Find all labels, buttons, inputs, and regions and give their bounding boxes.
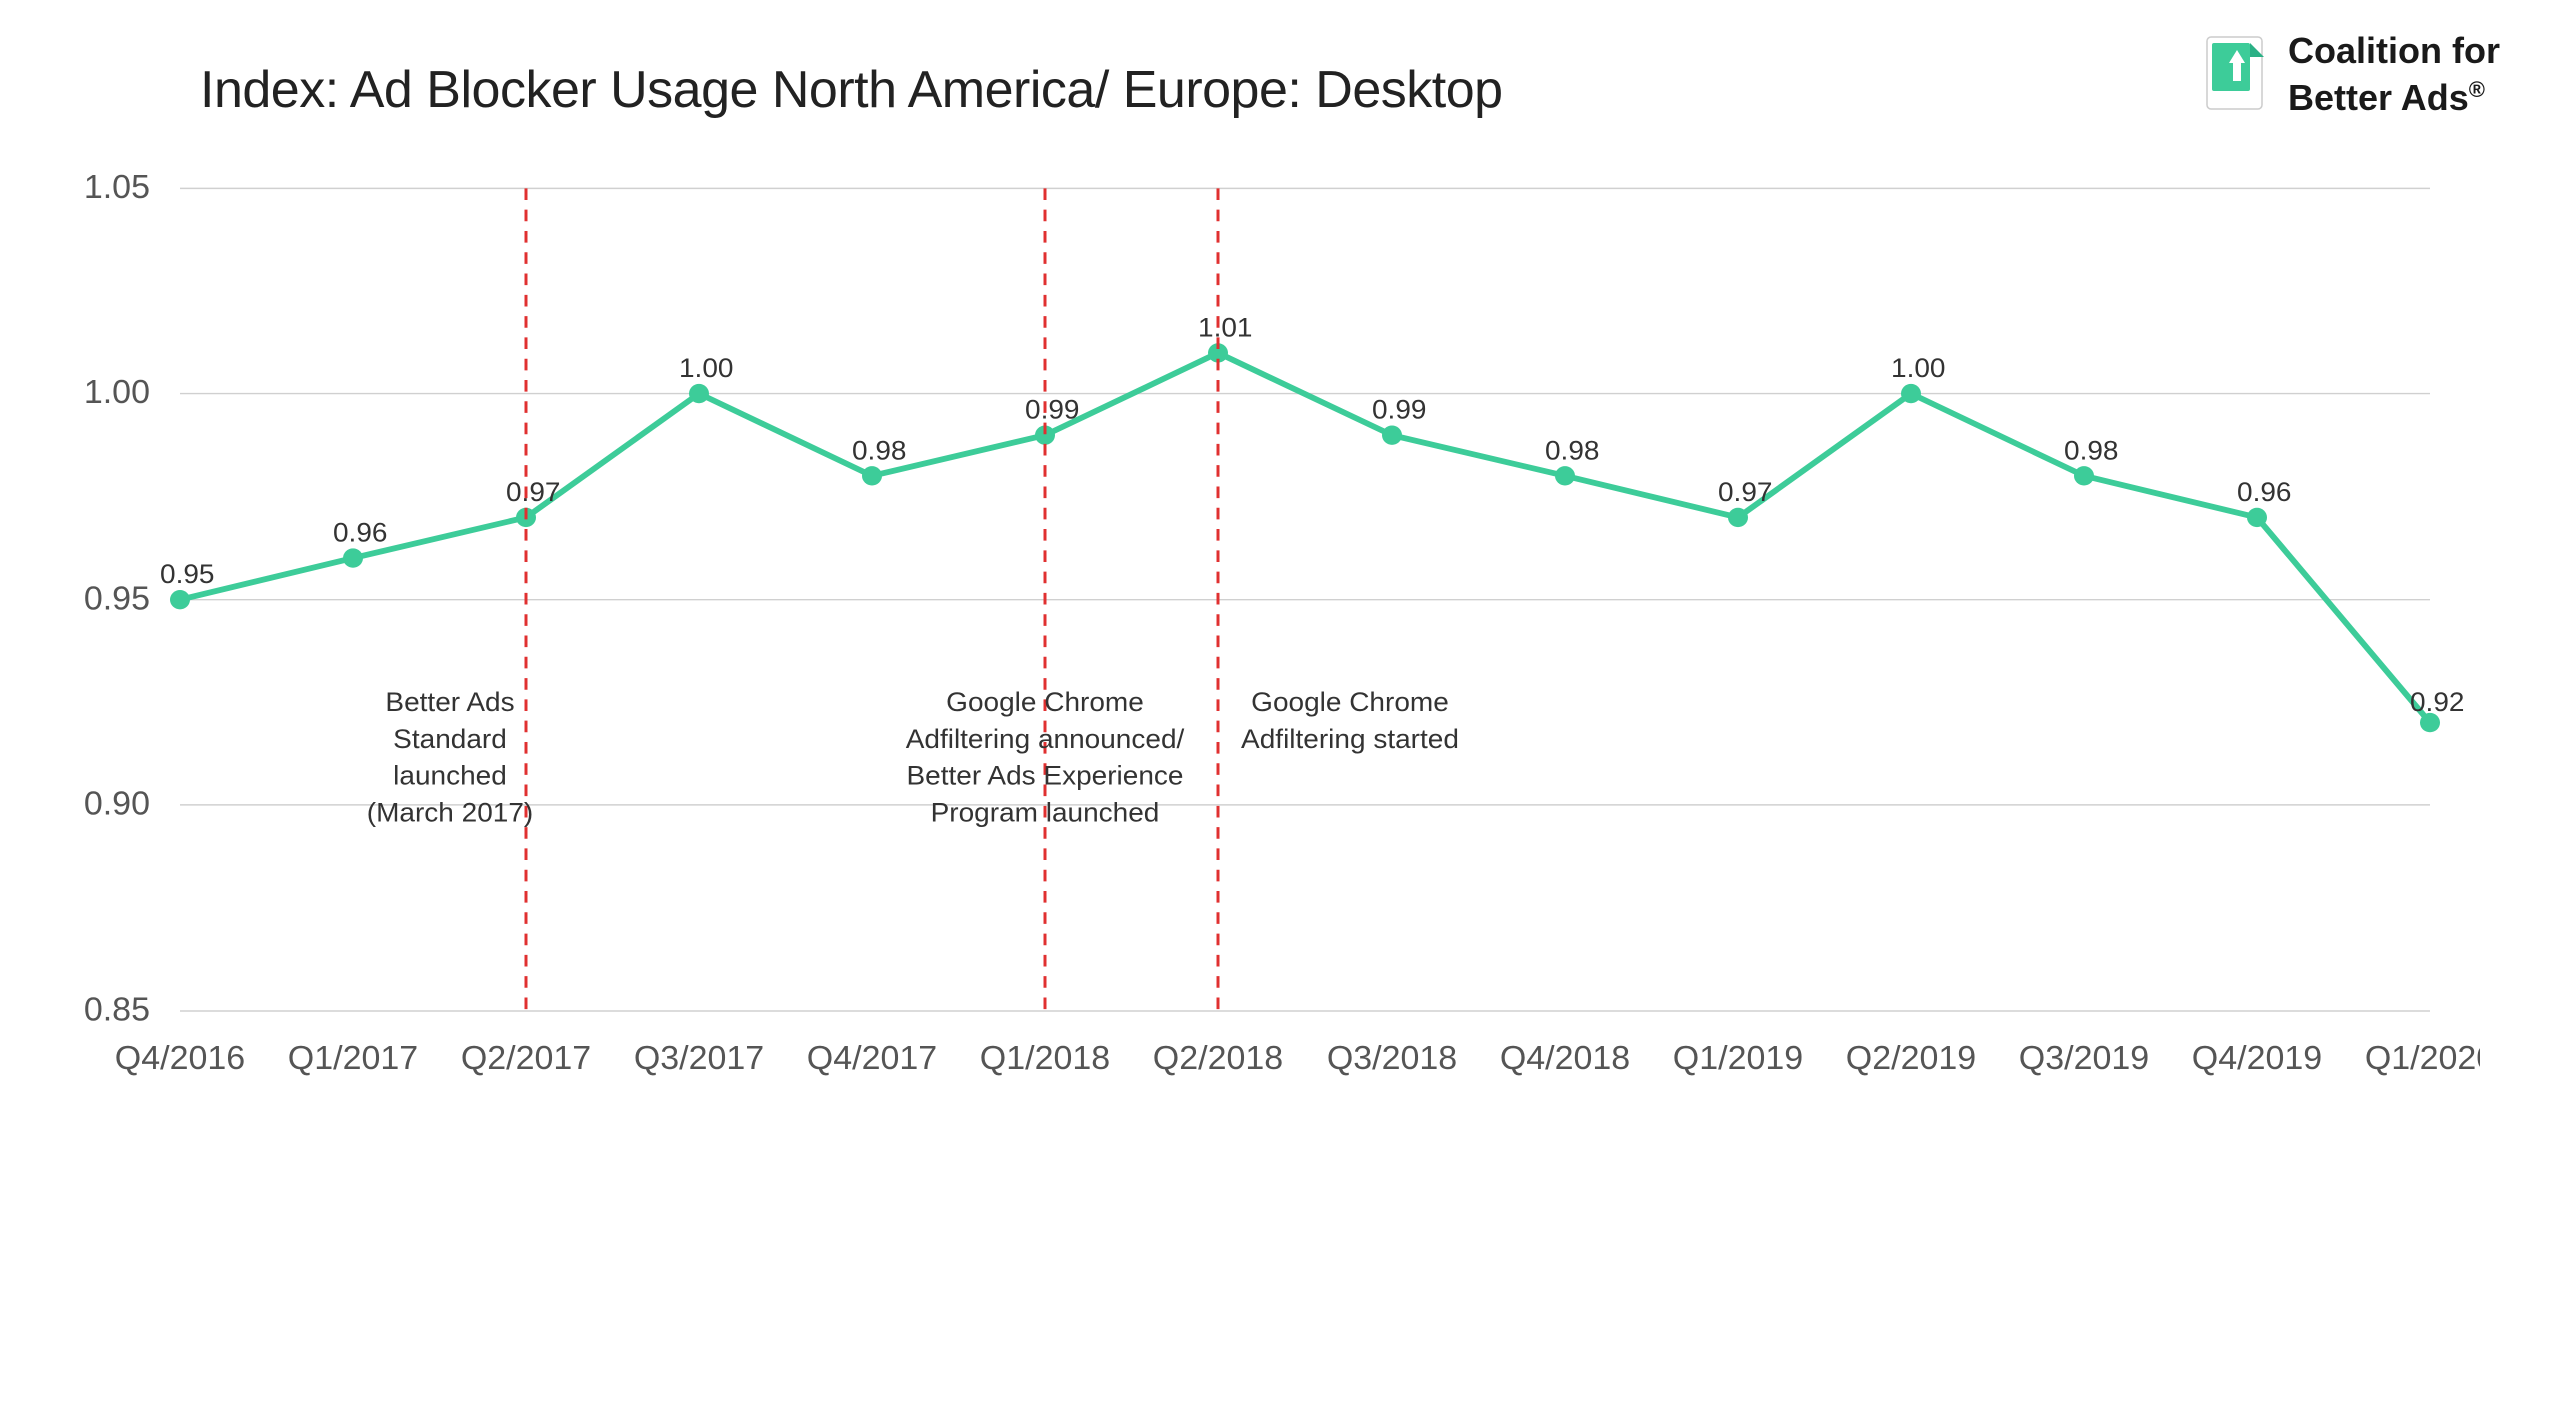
dp-9 (1728, 508, 1748, 527)
main-chart: .axis-label { font-family: Arial, sans-s… (80, 140, 2480, 1282)
logo-line2: Better Ads (2288, 77, 2469, 118)
x-label-13: Q1/2020 (2365, 1041, 2480, 1077)
x-label-1: Q1/2017 (288, 1041, 418, 1077)
x-label-7: Q3/2018 (1327, 1041, 1457, 1077)
x-label-8: Q4/2018 (1500, 1041, 1630, 1077)
dl-8: 0.98 (1545, 435, 1599, 465)
dl-0: 0.95 (160, 559, 214, 589)
dp-3 (689, 384, 709, 403)
logo-trademark: ® (2469, 77, 2485, 102)
dp-8 (1555, 466, 1575, 485)
dp-10 (1901, 384, 1921, 403)
x-label-9: Q1/2019 (1673, 1041, 1803, 1077)
ann1-line2: Standard (393, 723, 507, 753)
dl-11: 0.98 (2064, 435, 2118, 465)
dl-2: 0.97 (506, 476, 560, 506)
chart-title: Index: Ad Blocker Usage North America/ E… (200, 60, 1503, 120)
x-label-11: Q3/2019 (2019, 1041, 2149, 1077)
dp-0 (170, 590, 190, 609)
page-container: Coalition for Better Ads® Index: Ad Bloc… (0, 0, 2560, 1402)
dp-7 (1382, 426, 1402, 445)
dl-4: 0.98 (852, 435, 906, 465)
dp-4 (862, 466, 882, 485)
data-line (180, 353, 2430, 723)
dl-10: 1.00 (1891, 353, 1945, 383)
dl-9: 0.97 (1718, 476, 1772, 506)
ann2-line4: Program launched (931, 797, 1160, 827)
logo-area: Coalition for Better Ads® (2202, 28, 2500, 122)
dl-5: 0.99 (1025, 394, 1079, 424)
dp-12 (2247, 508, 2267, 527)
dp-11 (2074, 466, 2094, 485)
ann2-line1: Google Chrome (946, 686, 1144, 716)
chart-area: .axis-label { font-family: Arial, sans-s… (80, 140, 2480, 1282)
dl-12: 0.96 (2237, 476, 2291, 506)
ann3-line2: Adfiltering started (1241, 723, 1459, 753)
x-label-10: Q2/2019 (1846, 1041, 1976, 1077)
x-label-12: Q4/2019 (2192, 1041, 2322, 1077)
y-label-090: 0.90 (84, 786, 150, 822)
x-label-0: Q4/2016 (115, 1041, 245, 1077)
y-label-105: 1.05 (84, 170, 150, 206)
y-label-085: 0.85 (84, 992, 150, 1028)
logo-icon (2202, 35, 2272, 115)
x-label-3: Q3/2017 (634, 1041, 764, 1077)
y-label-100: 1.00 (84, 375, 150, 411)
x-label-4: Q4/2017 (807, 1041, 937, 1077)
x-label-5: Q1/2018 (980, 1041, 1110, 1077)
x-label-6: Q2/2018 (1153, 1041, 1283, 1077)
logo-line1: Coalition for (2288, 30, 2500, 71)
dl-13: 0.92 (2410, 686, 2464, 716)
x-label-2: Q2/2017 (461, 1041, 591, 1077)
dl-6: 1.01 (1198, 312, 1252, 342)
ann1-line3: launched (393, 760, 507, 790)
ann1-line4: (March 2017) (367, 797, 533, 827)
dl-3: 1.00 (679, 353, 733, 383)
dl-7: 0.99 (1372, 394, 1426, 424)
ann2-line2: Adfiltering announced/ (906, 723, 1185, 753)
dp-1 (343, 548, 363, 567)
ann3-line1: Google Chrome (1251, 686, 1449, 716)
logo-text: Coalition for Better Ads® (2288, 28, 2500, 122)
y-label-095: 0.95 (84, 581, 150, 617)
dl-1: 0.96 (333, 517, 387, 547)
ann1-line1: Better Ads (385, 686, 514, 716)
ann2-line3: Better Ads Experience (906, 760, 1183, 790)
